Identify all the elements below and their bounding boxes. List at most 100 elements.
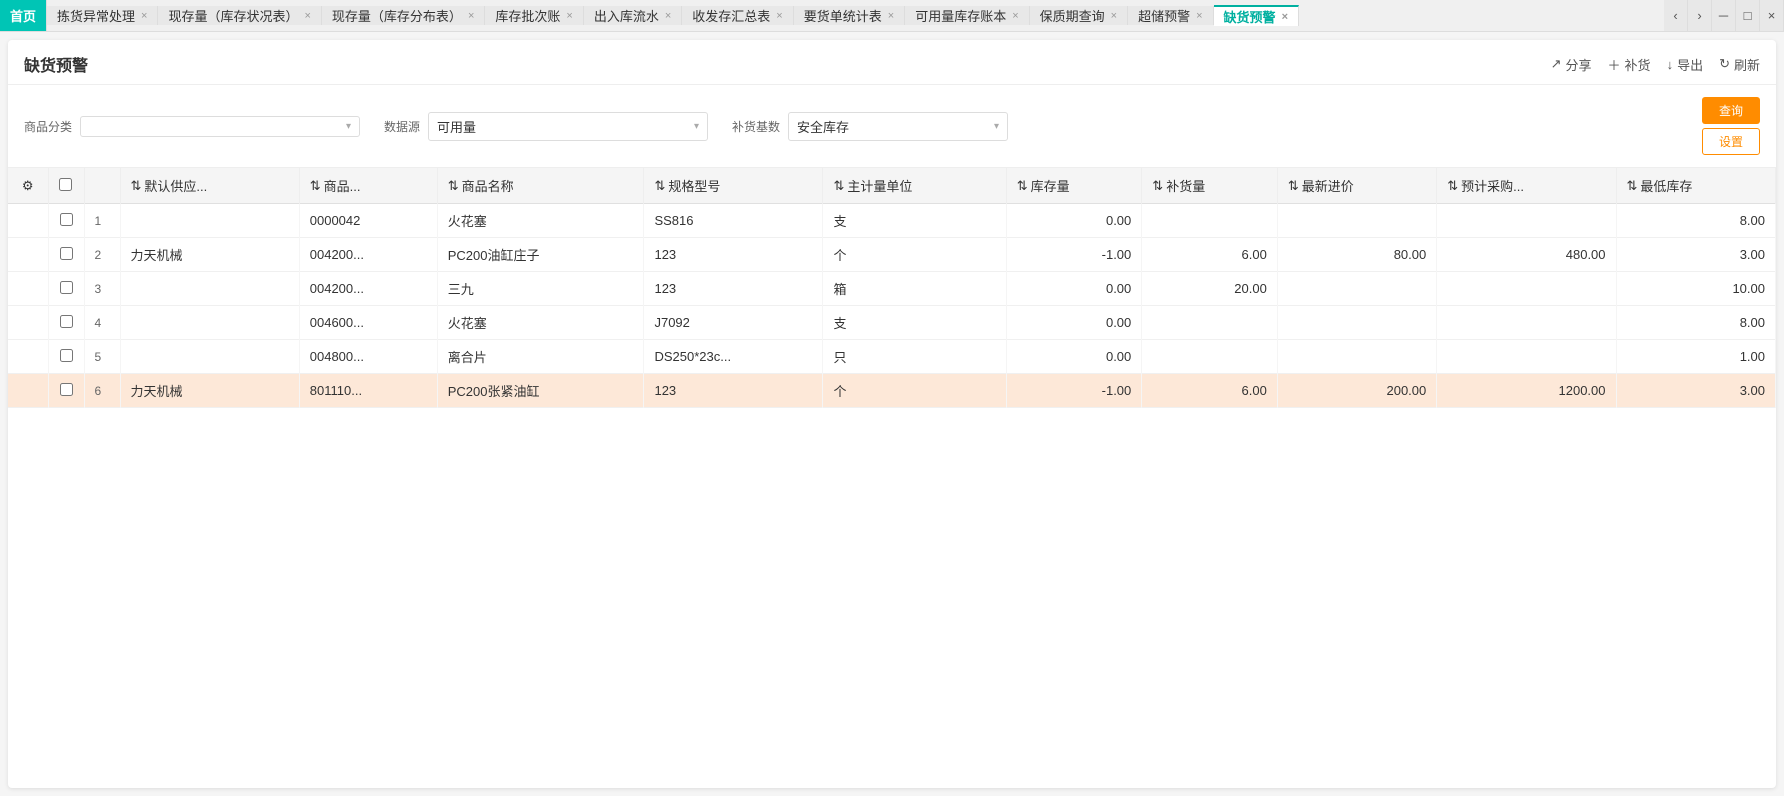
tab-scroll-left[interactable]: ‹ — [1664, 0, 1688, 32]
datasource-label: 数据源 — [384, 118, 420, 135]
tab-close-icon[interactable]: × — [1196, 10, 1202, 22]
tab-close-icon[interactable]: × — [776, 10, 782, 22]
row-product-name: PC200张紧油缸 — [437, 374, 644, 408]
row-settings-cell — [8, 374, 48, 408]
tab-close-icon[interactable]: × — [1111, 10, 1117, 22]
column-product-name[interactable]: ⇅商品名称 — [437, 168, 644, 204]
tab-11[interactable]: 缺货预警× — [1214, 5, 1299, 26]
sort-icon: ⇅ — [1017, 178, 1028, 194]
row-checkbox-cell[interactable] — [48, 340, 84, 374]
row-min-stock: 10.00 — [1616, 272, 1775, 306]
tab-home[interactable]: 首页 — [0, 0, 47, 31]
tab-6[interactable]: 收发存汇总表× — [682, 6, 793, 25]
row-checkbox[interactable] — [60, 383, 73, 396]
tab-close-icon[interactable]: × — [304, 10, 310, 22]
tab-label: 保质期查询 — [1040, 6, 1105, 25]
column-spec[interactable]: ⇅规格型号 — [644, 168, 823, 204]
row-latest-price: 200.00 — [1277, 374, 1436, 408]
column-est-purchase[interactable]: ⇅预计采购... — [1437, 168, 1616, 204]
sort-icon: ⇅ — [1288, 178, 1299, 194]
row-checkbox[interactable] — [60, 247, 73, 260]
tab-2[interactable]: 现存量（库存状况表）× — [158, 6, 321, 25]
table-row[interactable]: 1 0000042 火花塞 SS816 支 0.00 8.00 — [8, 204, 1776, 238]
row-number: 1 — [84, 204, 120, 238]
row-latest-price — [1277, 306, 1436, 340]
row-latest-price — [1277, 340, 1436, 374]
tab-8[interactable]: 可用量库存账本 × — [905, 6, 1029, 25]
column-product-code[interactable]: ⇅商品... — [299, 168, 437, 204]
tab-10[interactable]: 超储预警× — [1128, 6, 1213, 25]
datasource-select[interactable]: 可用量 ▾ — [428, 112, 708, 141]
row-checkbox[interactable] — [60, 315, 73, 328]
sort-icon: ⇅ — [310, 178, 321, 194]
column-stock-qty[interactable]: ⇅库存量 — [1006, 168, 1142, 204]
replenish-base-value: 安全库存 — [797, 117, 849, 136]
tab-close-icon[interactable]: × — [665, 10, 671, 22]
category-label: 商品分类 — [24, 118, 72, 135]
table-row[interactable]: 6 力天机械 801110... PC200张紧油缸 123 个 -1.00 6… — [8, 374, 1776, 408]
chevron-left-icon: ‹ — [1673, 8, 1677, 23]
row-checkbox-cell[interactable] — [48, 238, 84, 272]
category-dropdown-icon: ▾ — [346, 121, 351, 132]
column-latest-price[interactable]: ⇅最新进价 — [1277, 168, 1436, 204]
refresh-button[interactable]: ↻ 刷新 — [1719, 55, 1760, 74]
tab-7[interactable]: 要货单统计表× — [794, 6, 905, 25]
table-row[interactable]: 5 004800... 离合片 DS250*23c... 只 0.00 1.00 — [8, 340, 1776, 374]
row-unit: 个 — [823, 238, 1006, 272]
table-row[interactable]: 3 004200... 三九 123 箱 0.00 20.00 10.00 — [8, 272, 1776, 306]
table-row[interactable]: 4 004600... 火花塞 J7092 支 0.00 8.00 — [8, 306, 1776, 340]
tab-close-icon[interactable]: × — [468, 10, 474, 22]
select-all-checkbox[interactable] — [59, 178, 72, 191]
row-settings-cell — [8, 340, 48, 374]
column-default-supplier[interactable]: ⇅默认供应... — [120, 168, 299, 204]
row-settings-cell — [8, 306, 48, 340]
window-maximize[interactable]: □ — [1736, 0, 1760, 32]
row-stock-qty: 0.00 — [1006, 204, 1142, 238]
column-unit[interactable]: ⇅主计量单位 — [823, 168, 1006, 204]
row-checkbox[interactable] — [60, 213, 73, 226]
tab-close-icon[interactable]: × — [566, 10, 572, 22]
tab-scroll-right[interactable]: › — [1688, 0, 1712, 32]
window-close[interactable]: × — [1760, 0, 1784, 32]
row-checkbox-cell[interactable] — [48, 306, 84, 340]
tab-1[interactable]: 拣货异常处理× — [47, 6, 158, 25]
row-checkbox[interactable] — [60, 349, 73, 362]
category-select[interactable]: ▾ — [80, 116, 360, 137]
replenish-base-filter-group: 补货基数 安全库存 ▾ — [732, 112, 1008, 141]
share-button[interactable]: ↗ 分享 — [1551, 55, 1592, 74]
row-unit: 箱 — [823, 272, 1006, 306]
tab-4[interactable]: 库存批次账× — [485, 6, 583, 25]
row-number: 6 — [84, 374, 120, 408]
row-checkbox-cell[interactable] — [48, 272, 84, 306]
row-checkbox-cell[interactable] — [48, 374, 84, 408]
tab-close-icon[interactable]: × — [1282, 11, 1288, 23]
tab-close-icon[interactable]: × — [141, 10, 147, 22]
replenish-button[interactable]: ＋ 补货 — [1608, 55, 1651, 74]
table-body: 1 0000042 火花塞 SS816 支 0.00 8.00 2 力天机械 0… — [8, 204, 1776, 408]
row-replenish-qty — [1142, 340, 1278, 374]
tab-9[interactable]: 保质期查询 × — [1030, 6, 1128, 25]
replenish-base-select[interactable]: 安全库存 ▾ — [788, 112, 1008, 141]
filter-action-buttons: 查询 设置 — [1702, 97, 1760, 155]
tab-5[interactable]: 出入库流水× — [584, 6, 682, 25]
row-product-code: 0000042 — [299, 204, 437, 238]
tab-close-icon[interactable]: × — [888, 10, 894, 22]
column-min-stock[interactable]: ⇅最低库存 — [1616, 168, 1775, 204]
data-table: ⚙ ⇅默认供应... ⇅商品... ⇅商品名称 — [8, 168, 1776, 408]
share-icon: ↗ — [1551, 56, 1562, 72]
column-settings[interactable]: ⚙ — [8, 168, 48, 204]
row-supplier — [120, 272, 299, 306]
tab-3[interactable]: 现存量（库存分布表）× — [322, 6, 485, 25]
window-minimize[interactable]: － — [1712, 0, 1736, 32]
query-button[interactable]: 查询 — [1702, 97, 1760, 124]
row-checkbox-cell[interactable] — [48, 204, 84, 238]
export-button[interactable]: ↓ 导出 — [1667, 55, 1704, 74]
tab-label: 可用量库存账本 — [915, 6, 1006, 25]
tab-close-icon[interactable]: × — [1012, 10, 1018, 22]
row-settings-cell — [8, 272, 48, 306]
settings-button[interactable]: 设置 — [1702, 128, 1760, 155]
column-replenish-qty[interactable]: ⇅补货量 — [1142, 168, 1278, 204]
row-min-stock: 1.00 — [1616, 340, 1775, 374]
row-checkbox[interactable] — [60, 281, 73, 294]
table-row[interactable]: 2 力天机械 004200... PC200油缸庄子 123 个 -1.00 6… — [8, 238, 1776, 272]
